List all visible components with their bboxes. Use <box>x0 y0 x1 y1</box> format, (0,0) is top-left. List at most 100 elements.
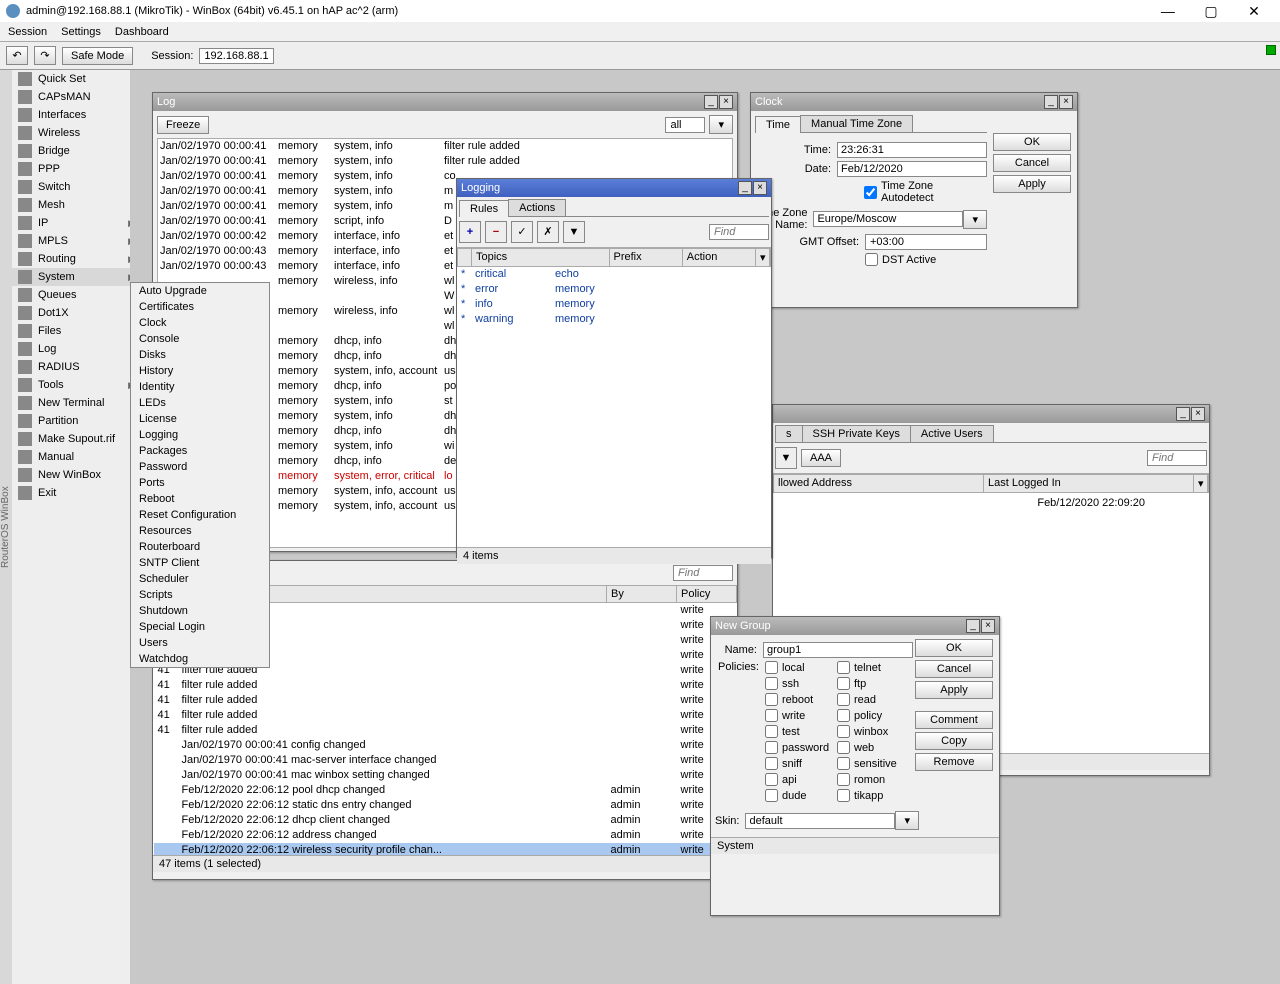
menu-item-resources[interactable]: Resources <box>131 523 269 539</box>
policy-reboot-checkbox[interactable] <box>765 693 778 706</box>
policy-ftp-checkbox[interactable] <box>837 677 850 690</box>
menu-item-password[interactable]: Password <box>131 459 269 475</box>
menu-item-disks[interactable]: Disks <box>131 347 269 363</box>
tzname-dropdown[interactable]: ▾ <box>963 210 987 229</box>
menu-item-routerboard[interactable]: Routerboard <box>131 539 269 555</box>
menu-item-clock[interactable]: Clock <box>131 315 269 331</box>
menu-item-reboot[interactable]: Reboot <box>131 491 269 507</box>
tzname-input[interactable] <box>813 211 963 227</box>
filter-icon[interactable]: ▼ <box>775 447 797 469</box>
menu-item-shutdown[interactable]: Shutdown <box>131 603 269 619</box>
sidebar-item-files[interactable]: Files <box>12 322 141 340</box>
minimize-button[interactable]: — <box>1148 3 1188 19</box>
sidebar-item-dot1x[interactable]: Dot1X <box>12 304 141 322</box>
sidebar-item-routing[interactable]: Routing▶ <box>12 250 141 268</box>
menu-item-auto-upgrade[interactable]: Auto Upgrade <box>131 283 269 299</box>
col-dropdown[interactable]: ▾ <box>1194 475 1208 492</box>
menu-item-certificates[interactable]: Certificates <box>131 299 269 315</box>
undo-button[interactable]: ↶ <box>6 46 28 65</box>
group-copy-button[interactable]: Copy <box>915 732 993 750</box>
sidebar-item-log[interactable]: Log <box>12 340 141 358</box>
menu-item-console[interactable]: Console <box>131 331 269 347</box>
aaa-button[interactable]: AAA <box>801 449 841 467</box>
tab-unknown[interactable]: s <box>775 425 803 442</box>
log-filter-dropdown[interactable]: ▾ <box>709 115 733 134</box>
sidebar-item-bridge[interactable]: Bridge <box>12 142 141 160</box>
policy-test-checkbox[interactable] <box>765 725 778 738</box>
menu-item-users[interactable]: Users <box>131 635 269 651</box>
menu-item-watchdog[interactable]: Watchdog <box>131 651 269 667</box>
date-input[interactable] <box>837 161 987 177</box>
logging-rule-row[interactable]: *criticalecho <box>457 267 771 282</box>
menu-settings[interactable]: Settings <box>61 26 101 38</box>
remove-button[interactable]: − <box>485 221 507 243</box>
policy-write-checkbox[interactable] <box>765 709 778 722</box>
policy-telnet-checkbox[interactable] <box>837 661 850 674</box>
freeze-button[interactable]: Freeze <box>157 116 209 134</box>
tab-time[interactable]: Time <box>755 116 801 133</box>
group-cancel-button[interactable]: Cancel <box>915 660 993 678</box>
col-topics[interactable]: Topics <box>472 249 610 266</box>
minimize-icon[interactable]: _ <box>738 181 752 195</box>
col-dropdown[interactable]: ▾ <box>756 249 770 266</box>
sidebar-item-ip[interactable]: IP▶ <box>12 214 141 232</box>
close-icon[interactable]: × <box>981 619 995 633</box>
sidebar-item-ppp[interactable]: PPP <box>12 160 141 178</box>
group-ok-button[interactable]: OK <box>915 639 993 657</box>
menu-item-scripts[interactable]: Scripts <box>131 587 269 603</box>
history-row[interactable]: 41filter rule addedwrite <box>154 678 737 693</box>
skin-dropdown[interactable]: ▾ <box>895 811 919 830</box>
col-prefix[interactable]: Prefix <box>610 249 683 266</box>
menu-item-logging[interactable]: Logging <box>131 427 269 443</box>
policy-password-checkbox[interactable] <box>765 741 778 754</box>
policy-sniff-checkbox[interactable] <box>765 757 778 770</box>
history-row[interactable]: Feb/12/2020 22:06:12 static dns entry ch… <box>154 798 737 813</box>
policy-web-checkbox[interactable] <box>837 741 850 754</box>
close-icon[interactable]: × <box>719 95 733 109</box>
clock-ok-button[interactable]: OK <box>993 133 1071 151</box>
tab-rules[interactable]: Rules <box>459 200 509 217</box>
log-row[interactable]: Jan/02/1970 00:00:41memorysystem, infofi… <box>158 139 732 154</box>
close-icon[interactable]: × <box>1191 407 1205 421</box>
filter-button[interactable]: ▼ <box>563 221 585 243</box>
menu-item-packages[interactable]: Packages <box>131 443 269 459</box>
logging-rule-row[interactable]: *errormemory <box>457 282 771 297</box>
minimize-icon[interactable]: _ <box>1044 95 1058 109</box>
policy-policy-checkbox[interactable] <box>837 709 850 722</box>
redo-button[interactable]: ↷ <box>34 46 56 65</box>
menu-session[interactable]: Session <box>8 26 47 38</box>
group-remove-button[interactable]: Remove <box>915 753 993 771</box>
sidebar-item-mpls[interactable]: MPLS▶ <box>12 232 141 250</box>
minimize-icon[interactable]: _ <box>704 95 718 109</box>
time-input[interactable] <box>837 142 987 158</box>
sidebar-item-wireless[interactable]: Wireless <box>12 124 141 142</box>
sidebar-item-queues[interactable]: Queues <box>12 286 141 304</box>
minimize-icon[interactable]: _ <box>1176 407 1190 421</box>
add-button[interactable]: + <box>459 221 481 243</box>
close-icon[interactable]: × <box>753 181 767 195</box>
policy-romon-checkbox[interactable] <box>837 773 850 786</box>
logging-find-input[interactable] <box>709 224 769 240</box>
users-find-input[interactable] <box>1147 450 1207 466</box>
group-name-input[interactable] <box>763 642 913 658</box>
tz-autodetect-checkbox[interactable] <box>864 186 877 199</box>
history-row[interactable]: Feb/12/2020 22:06:12 dhcp client changed… <box>154 813 737 828</box>
clock-cancel-button[interactable]: Cancel <box>993 154 1071 172</box>
tab-ssh-keys[interactable]: SSH Private Keys <box>802 425 911 442</box>
sidebar-item-partition[interactable]: Partition <box>12 412 141 430</box>
sidebar-item-new-winbox[interactable]: New WinBox <box>12 466 141 484</box>
policy-local-checkbox[interactable] <box>765 661 778 674</box>
sidebar-item-interfaces[interactable]: Interfaces <box>12 106 141 124</box>
history-row[interactable]: 41filter rule addedwrite <box>154 723 737 738</box>
enable-button[interactable]: ✓ <box>511 221 533 243</box>
policy-winbox-checkbox[interactable] <box>837 725 850 738</box>
policy-tikapp-checkbox[interactable] <box>837 789 850 802</box>
menu-item-sntp-client[interactable]: SNTP Client <box>131 555 269 571</box>
close-button[interactable]: ✕ <box>1234 3 1274 20</box>
menu-item-identity[interactable]: Identity <box>131 379 269 395</box>
sidebar-item-switch[interactable]: Switch <box>12 178 141 196</box>
sidebar-item-quick-set[interactable]: Quick Set <box>12 70 141 88</box>
tab-manual-tz[interactable]: Manual Time Zone <box>800 115 913 132</box>
policy-api-checkbox[interactable] <box>765 773 778 786</box>
sidebar-item-make-supout-rif[interactable]: Make Supout.rif <box>12 430 141 448</box>
